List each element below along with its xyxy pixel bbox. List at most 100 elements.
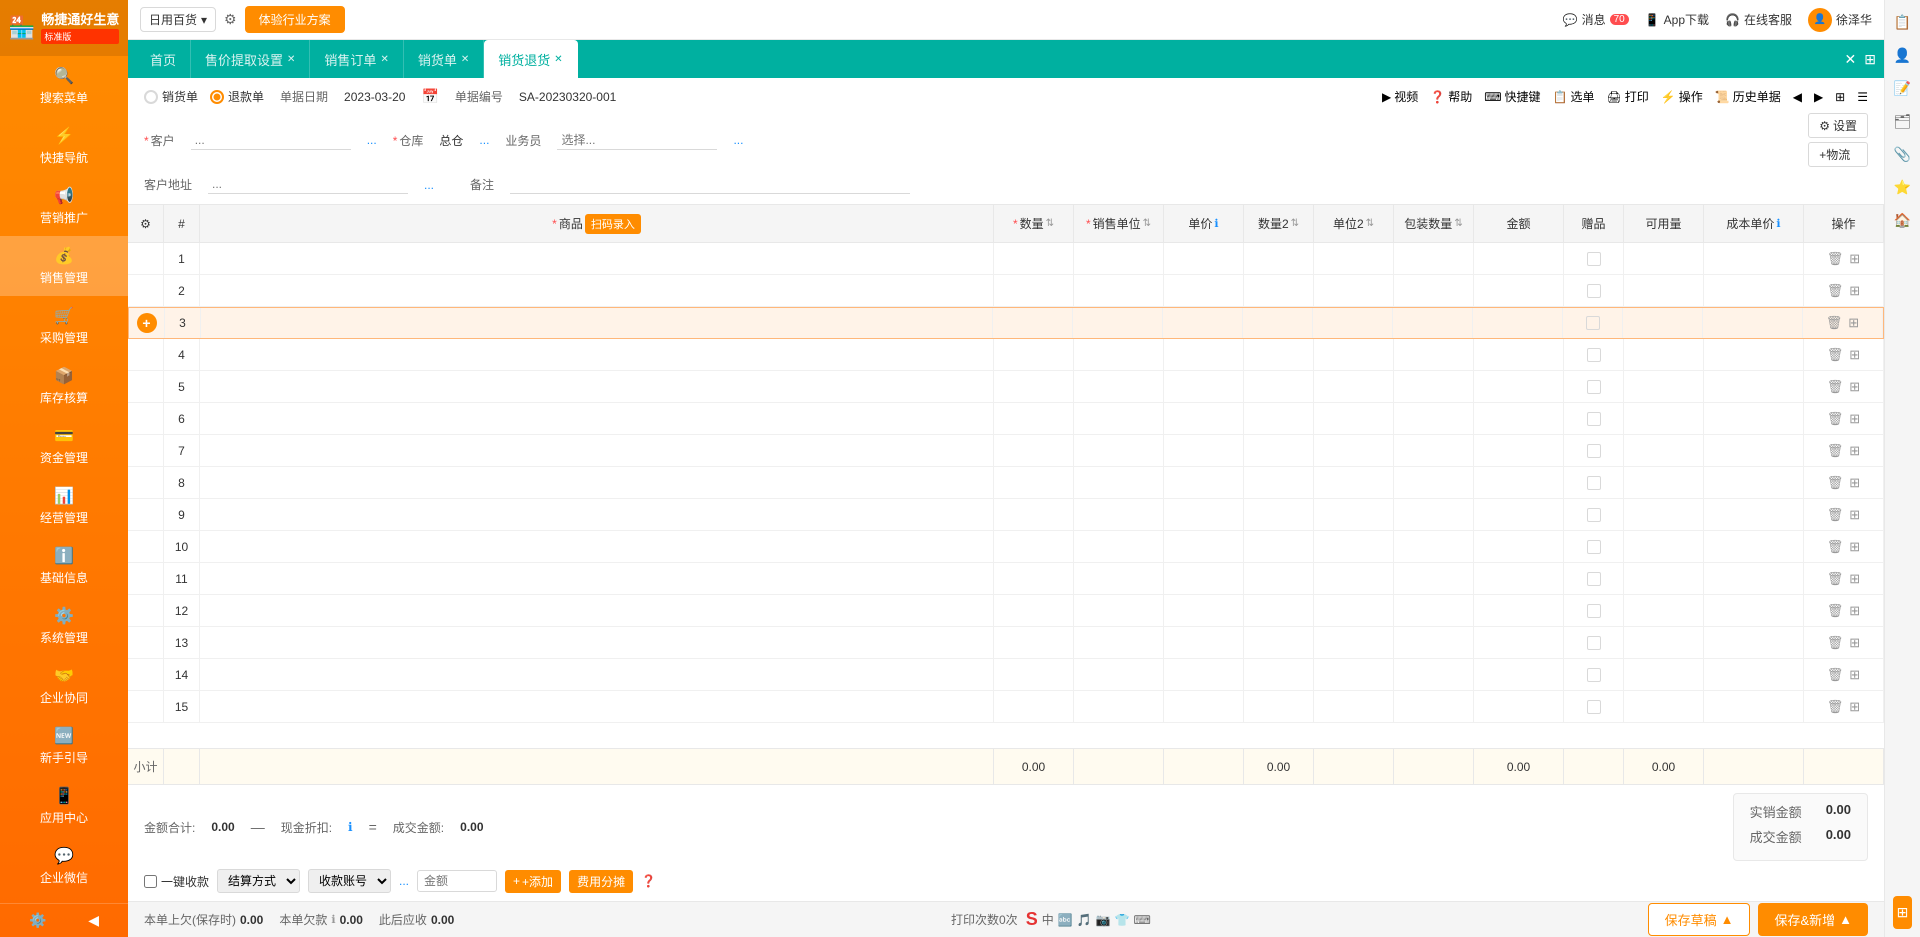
row-product-11[interactable] <box>200 563 994 594</box>
row-unit-8[interactable] <box>1074 467 1164 498</box>
row-cost-6[interactable] <box>1704 403 1804 434</box>
copy-row-icon-6[interactable]: ⊞ <box>1846 411 1863 427</box>
delete-row-icon-6[interactable]: 🗑 <box>1824 411 1847 427</box>
row-pack-13[interactable] <box>1394 627 1474 658</box>
row-settings-3[interactable]: + <box>129 308 165 338</box>
discount-info-icon[interactable]: ℹ <box>348 820 353 834</box>
fee-help-icon[interactable]: ❓ <box>641 874 656 888</box>
tab-home[interactable]: 首页 <box>136 40 191 78</box>
topbar-gear-icon[interactable]: ⚙ <box>224 11 237 28</box>
gift-checkbox-10[interactable] <box>1587 540 1601 554</box>
row-gift-2[interactable] <box>1564 275 1624 306</box>
row-qty-5[interactable] <box>994 371 1074 402</box>
tab-sales-order[interactable]: 销售订单 ✕ <box>310 40 403 78</box>
row-avail-12[interactable] <box>1624 595 1704 626</box>
row-amount-5[interactable] <box>1474 371 1564 402</box>
gift-checkbox-7[interactable] <box>1587 444 1601 458</box>
row-qty2-11[interactable] <box>1244 563 1314 594</box>
row-amount-2[interactable] <box>1474 275 1564 306</box>
copy-row-icon-4[interactable]: ⊞ <box>1846 347 1863 363</box>
row-qty-9[interactable] <box>994 499 1074 530</box>
row-settings-15[interactable] <box>128 691 164 722</box>
logistics-btn[interactable]: +物流 <box>1808 142 1868 167</box>
gift-checkbox-6[interactable] <box>1587 412 1601 426</box>
row-unit-4[interactable] <box>1074 339 1164 370</box>
close-tab-return[interactable]: ✕ <box>554 54 562 65</box>
qty-sort-icon[interactable]: ⇅ <box>1046 218 1054 229</box>
row-avail-4[interactable] <box>1624 339 1704 370</box>
row-amount-13[interactable] <box>1474 627 1564 658</box>
row-qty-15[interactable] <box>994 691 1074 722</box>
tool2-icon[interactable]: 🔤 <box>1058 913 1073 927</box>
row-gift-8[interactable] <box>1564 467 1624 498</box>
row-settings-12[interactable] <box>128 595 164 626</box>
row-avail-8[interactable] <box>1624 467 1704 498</box>
row-pack-5[interactable] <box>1394 371 1474 402</box>
row-gift-1[interactable] <box>1564 243 1624 274</box>
row-unit2-9[interactable] <box>1314 499 1394 530</box>
row-qty2-10[interactable] <box>1244 531 1314 562</box>
qty2-sort-icon[interactable]: ⇅ <box>1291 218 1299 229</box>
copy-row-icon-8[interactable]: ⊞ <box>1846 475 1863 491</box>
row-avail-1[interactable] <box>1624 243 1704 274</box>
row-product-10[interactable] <box>200 531 994 562</box>
row-product-6[interactable] <box>200 403 994 434</box>
row-pack-3[interactable] <box>1393 308 1473 338</box>
row-amount-8[interactable] <box>1474 467 1564 498</box>
prev-icon[interactable]: ◀ <box>1793 90 1802 104</box>
delete-row-icon-14[interactable]: 🗑 <box>1824 667 1847 683</box>
row-price-5[interactable] <box>1164 371 1244 402</box>
gift-checkbox-8[interactable] <box>1587 476 1601 490</box>
row-settings-8[interactable] <box>128 467 164 498</box>
tool1-icon[interactable]: 中 <box>1042 911 1054 928</box>
scan-btn[interactable]: 扫码录入 <box>585 214 641 234</box>
sidebar-item-sales[interactable]: 💰 销售管理 <box>0 236 128 296</box>
row-unit2-2[interactable] <box>1314 275 1394 306</box>
row-price-4[interactable] <box>1164 339 1244 370</box>
row-amount-9[interactable] <box>1474 499 1564 530</box>
row-price-14[interactable] <box>1164 659 1244 690</box>
gift-checkbox-11[interactable] <box>1587 572 1601 586</box>
staff-input[interactable] <box>557 131 717 150</box>
row-product-3[interactable] <box>201 308 993 338</box>
list-view-icon[interactable]: ☰ <box>1857 90 1868 104</box>
sidebar-item-basic[interactable]: ℹ️ 基础信息 <box>0 536 128 596</box>
row-unit-3[interactable] <box>1073 308 1163 338</box>
row-qty2-8[interactable] <box>1244 467 1314 498</box>
row-gift-9[interactable] <box>1564 499 1624 530</box>
amount-input[interactable] <box>417 870 497 892</box>
copy-row-icon-9[interactable]: ⊞ <box>1846 507 1863 523</box>
delete-row-icon-2[interactable]: 🗑 <box>1824 283 1847 299</box>
collapse-icon[interactable]: ◀ <box>88 912 99 929</box>
row-gift-6[interactable] <box>1564 403 1624 434</box>
row-pack-8[interactable] <box>1394 467 1474 498</box>
row-cost-11[interactable] <box>1704 563 1804 594</box>
row-avail-15[interactable] <box>1624 691 1704 722</box>
tab-sales-return[interactable]: 销货退货 ✕ <box>484 40 577 78</box>
sidebar-item-operation[interactable]: 📊 经营管理 <box>0 476 128 536</box>
rp-icon-3[interactable]: 📝 <box>1894 74 1911 103</box>
row-unit2-5[interactable] <box>1314 371 1394 402</box>
row-unit2-10[interactable] <box>1314 531 1394 562</box>
row-qty2-3[interactable] <box>1243 308 1313 338</box>
delete-row-icon-11[interactable]: 🗑 <box>1824 571 1847 587</box>
select-btn[interactable]: 📋 选单 <box>1553 88 1595 105</box>
row-avail-6[interactable] <box>1624 403 1704 434</box>
delete-row-icon-4[interactable]: 🗑 <box>1824 347 1847 363</box>
sidebar-item-finance[interactable]: 💳 资金管理 <box>0 416 128 476</box>
row-settings-14[interactable] <box>128 659 164 690</box>
row-amount-1[interactable] <box>1474 243 1564 274</box>
row-unit2-7[interactable] <box>1314 435 1394 466</box>
row-qty-12[interactable] <box>994 595 1074 626</box>
row-pack-10[interactable] <box>1394 531 1474 562</box>
row-pack-15[interactable] <box>1394 691 1474 722</box>
row-product-5[interactable] <box>200 371 994 402</box>
row-settings-7[interactable] <box>128 435 164 466</box>
close-tab-price[interactable]: ✕ <box>287 54 295 65</box>
delete-row-icon-8[interactable]: 🗑 <box>1824 475 1847 491</box>
rp-icon-2[interactable]: 👤 <box>1894 41 1911 70</box>
gift-checkbox-2[interactable] <box>1587 284 1601 298</box>
row-cost-3[interactable] <box>1703 308 1803 338</box>
user-item[interactable]: 👤 徐泽华 <box>1808 8 1872 32</box>
rp-icon-6[interactable]: ⭐ <box>1894 173 1911 202</box>
